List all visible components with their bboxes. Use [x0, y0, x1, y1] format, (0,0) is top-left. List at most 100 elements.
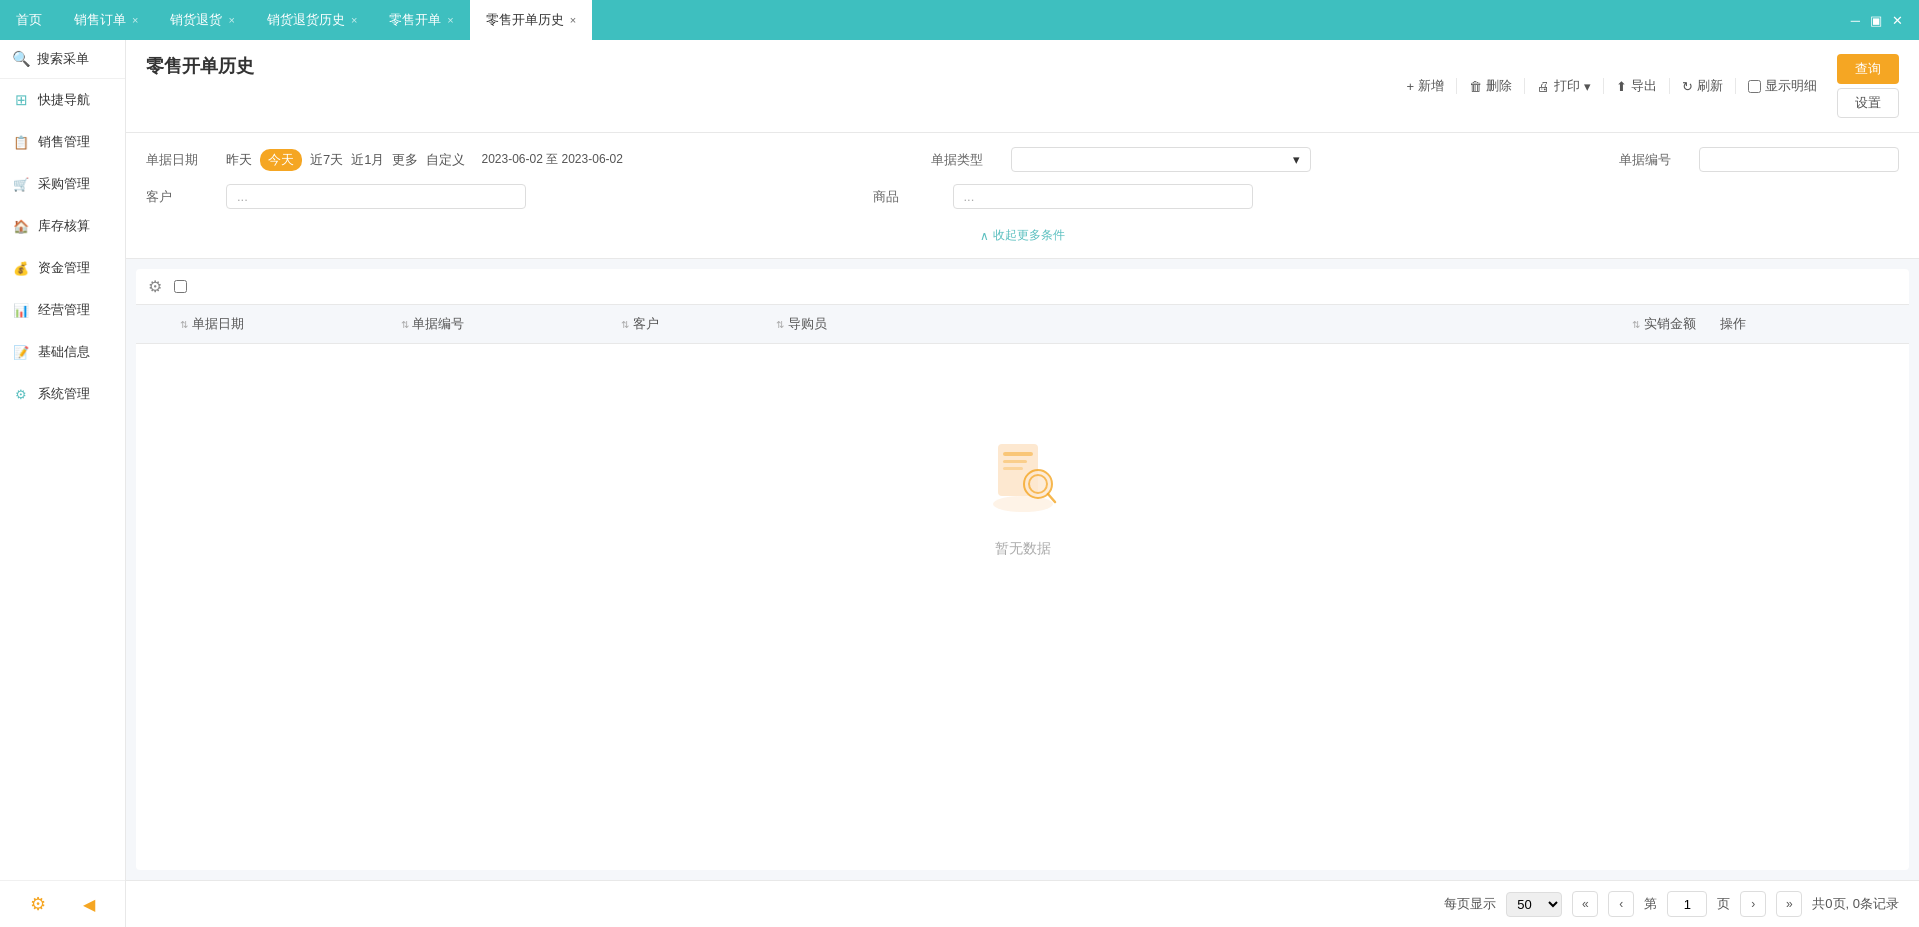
first-page-button[interactable]: «: [1572, 891, 1598, 917]
print-dropdown-icon: ▾: [1584, 79, 1591, 94]
sidebar: 🔍 搜索采单 ⊞ 快捷导航 📋 销售管理 🛒 采购管理 🏠 库存核算 💰 资金管…: [0, 40, 126, 927]
sidebar-search[interactable]: 🔍 搜索采单: [0, 40, 125, 79]
tab-sales-return-history[interactable]: 销货退货历史 ×: [251, 0, 373, 40]
th-amount[interactable]: ⇅ 实销金额: [952, 305, 1707, 344]
display-detail-label: 显示明细: [1765, 77, 1817, 95]
svg-point-0: [993, 496, 1053, 512]
th-amount-sort-icon: ⇅: [1632, 319, 1640, 330]
tab-home[interactable]: 首页: [0, 0, 58, 40]
export-button[interactable]: ⬆ 导出: [1616, 77, 1657, 95]
sidebar-item-purchase-mgmt[interactable]: 🛒 采购管理: [0, 163, 125, 205]
date-last7days[interactable]: 近7天: [310, 151, 343, 169]
delete-button[interactable]: 🗑 删除: [1469, 77, 1512, 95]
th-salesperson[interactable]: ⇅ 导购员: [764, 305, 952, 344]
page-size-select[interactable]: 50 10 20 100: [1506, 892, 1562, 917]
empty-icon: [973, 424, 1073, 524]
tab-sales-order[interactable]: 销售订单 ×: [58, 0, 154, 40]
restore-button[interactable]: ▣: [1870, 13, 1882, 28]
tab-sales-return-close[interactable]: ×: [228, 14, 234, 26]
sidebar-item-sales-mgmt[interactable]: 📋 销售管理: [0, 121, 125, 163]
customer-input[interactable]: ...: [226, 184, 526, 209]
page-unit-label: 页: [1717, 895, 1730, 913]
doc-no-input[interactable]: [1699, 147, 1899, 172]
date-yesterday[interactable]: 昨天: [226, 151, 252, 169]
customer-label: 客户: [146, 188, 206, 206]
add-icon: +: [1406, 79, 1414, 94]
window-controls: ─ ▣ ✕: [1835, 13, 1919, 28]
product-label: 商品: [873, 188, 933, 206]
refresh-button[interactable]: ↻ 刷新: [1682, 77, 1723, 95]
tab-sales-return[interactable]: 销货退货 ×: [154, 0, 250, 40]
tab-retail-open-close[interactable]: ×: [447, 14, 453, 26]
sidebar-item-quick-nav-label: 快捷导航: [38, 91, 90, 109]
page-input[interactable]: [1667, 891, 1707, 917]
tab-retail-open-history[interactable]: 零售开单历史 ×: [470, 0, 592, 40]
search-icon: 🔍: [12, 50, 31, 68]
add-label: 新增: [1418, 77, 1444, 95]
customer-placeholder: ...: [237, 189, 248, 204]
display-detail-checkbox[interactable]: 显示明细: [1748, 77, 1817, 95]
main-layout: 🔍 搜索采单 ⊞ 快捷导航 📋 销售管理 🛒 采购管理 🏠 库存核算 💰 资金管…: [0, 40, 1919, 927]
collapse-bar[interactable]: ∧ 收起更多条件: [146, 221, 1899, 244]
total-label: 共0页, 0条记录: [1812, 895, 1899, 913]
page-title: 零售开单历史: [146, 54, 254, 92]
sidebar-item-sys-mgmt-label: 系统管理: [38, 385, 90, 403]
date-today[interactable]: 今天: [260, 149, 302, 171]
th-date-sort-icon: ⇅: [180, 319, 188, 330]
date-last1month[interactable]: 近1月: [351, 151, 384, 169]
svg-rect-2: [1003, 452, 1033, 456]
add-button[interactable]: + 新增: [1406, 77, 1444, 95]
filter-bar: 单据日期 昨天 今天 近7天 近1月 更多 自定义 2023-06-02 至 2…: [126, 133, 1919, 259]
empty-text: 暂无数据: [995, 540, 1051, 558]
tab-sales-order-label: 销售订单: [74, 11, 126, 29]
sidebar-item-quick-nav[interactable]: ⊞ 快捷导航: [0, 79, 125, 121]
doc-type-select[interactable]: ▾: [1011, 147, 1311, 172]
basic-info-icon: 📝: [12, 343, 30, 361]
minimize-button[interactable]: ─: [1851, 13, 1860, 28]
data-table: ⇅ 单据日期 ⇅ 单据编号 ⇅ 客户 ⇅ 导购员: [136, 305, 1909, 344]
last-page-button[interactable]: »: [1776, 891, 1802, 917]
print-button[interactable]: 🖨 打印 ▾: [1537, 77, 1591, 95]
tab-sales-return-history-close[interactable]: ×: [351, 14, 357, 26]
next-page-button[interactable]: ›: [1740, 891, 1766, 917]
collapse-label: 收起更多条件: [993, 227, 1065, 244]
close-button[interactable]: ✕: [1892, 13, 1903, 28]
sidebar-bottom: ⚙ ◀: [0, 880, 125, 927]
pagination-bar: 每页显示 50 10 20 100 « ‹ 第 页 › » 共0页, 0条记录: [126, 880, 1919, 927]
display-detail-check[interactable]: [1748, 80, 1761, 93]
tab-retail-open-history-close[interactable]: ×: [570, 14, 576, 26]
page-header: 零售开单历史 + 新增 🗑 删除 🖨 打印 ▾: [126, 40, 1919, 133]
product-placeholder: ...: [964, 189, 975, 204]
tab-list: 首页 销售订单 × 销货退货 × 销货退货历史 × 零售开单 × 零售开单历史 …: [0, 0, 1835, 40]
date-options: 昨天 今天 近7天 近1月 更多 自定义 2023-06-02 至 2023-0…: [226, 149, 623, 171]
query-button[interactable]: 查询: [1837, 54, 1899, 84]
date-custom[interactable]: 自定义: [426, 151, 465, 169]
tab-sales-order-close[interactable]: ×: [132, 14, 138, 26]
doc-no-label: 单据编号: [1619, 151, 1679, 169]
page-label: 第: [1644, 895, 1657, 913]
refresh-label: 刷新: [1697, 77, 1723, 95]
th-customer[interactable]: ⇅ 客户: [609, 305, 764, 344]
sidebar-item-purchase-mgmt-label: 采购管理: [38, 175, 90, 193]
sidebar-settings-icon[interactable]: ⚙: [30, 893, 46, 915]
sidebar-collapse-icon[interactable]: ◀: [83, 895, 95, 914]
th-no[interactable]: ⇅ 单据编号: [389, 305, 610, 344]
date-label: 单据日期: [146, 151, 206, 169]
setting-button[interactable]: 设置: [1837, 88, 1899, 118]
prev-page-button[interactable]: ‹: [1608, 891, 1634, 917]
select-all-checkbox[interactable]: [174, 280, 187, 293]
sidebar-item-finance[interactable]: 💰 资金管理: [0, 247, 125, 289]
sidebar-item-inventory[interactable]: 🏠 库存核算: [0, 205, 125, 247]
table-settings-icon[interactable]: ⚙: [148, 277, 162, 296]
delete-label: 删除: [1486, 77, 1512, 95]
doc-type-label: 单据类型: [931, 151, 991, 169]
product-input[interactable]: ...: [953, 184, 1253, 209]
empty-state: 暂无数据: [136, 344, 1909, 618]
sidebar-item-sys-mgmt[interactable]: ⚙ 系统管理: [0, 373, 125, 415]
th-date[interactable]: ⇅ 单据日期: [168, 305, 389, 344]
tab-retail-open[interactable]: 零售开单 ×: [373, 0, 469, 40]
sidebar-item-sales-mgmt-label: 销售管理: [38, 133, 90, 151]
date-more[interactable]: 更多: [392, 151, 418, 169]
sidebar-item-operations[interactable]: 📊 经营管理: [0, 289, 125, 331]
sidebar-item-basic-info[interactable]: 📝 基础信息: [0, 331, 125, 373]
